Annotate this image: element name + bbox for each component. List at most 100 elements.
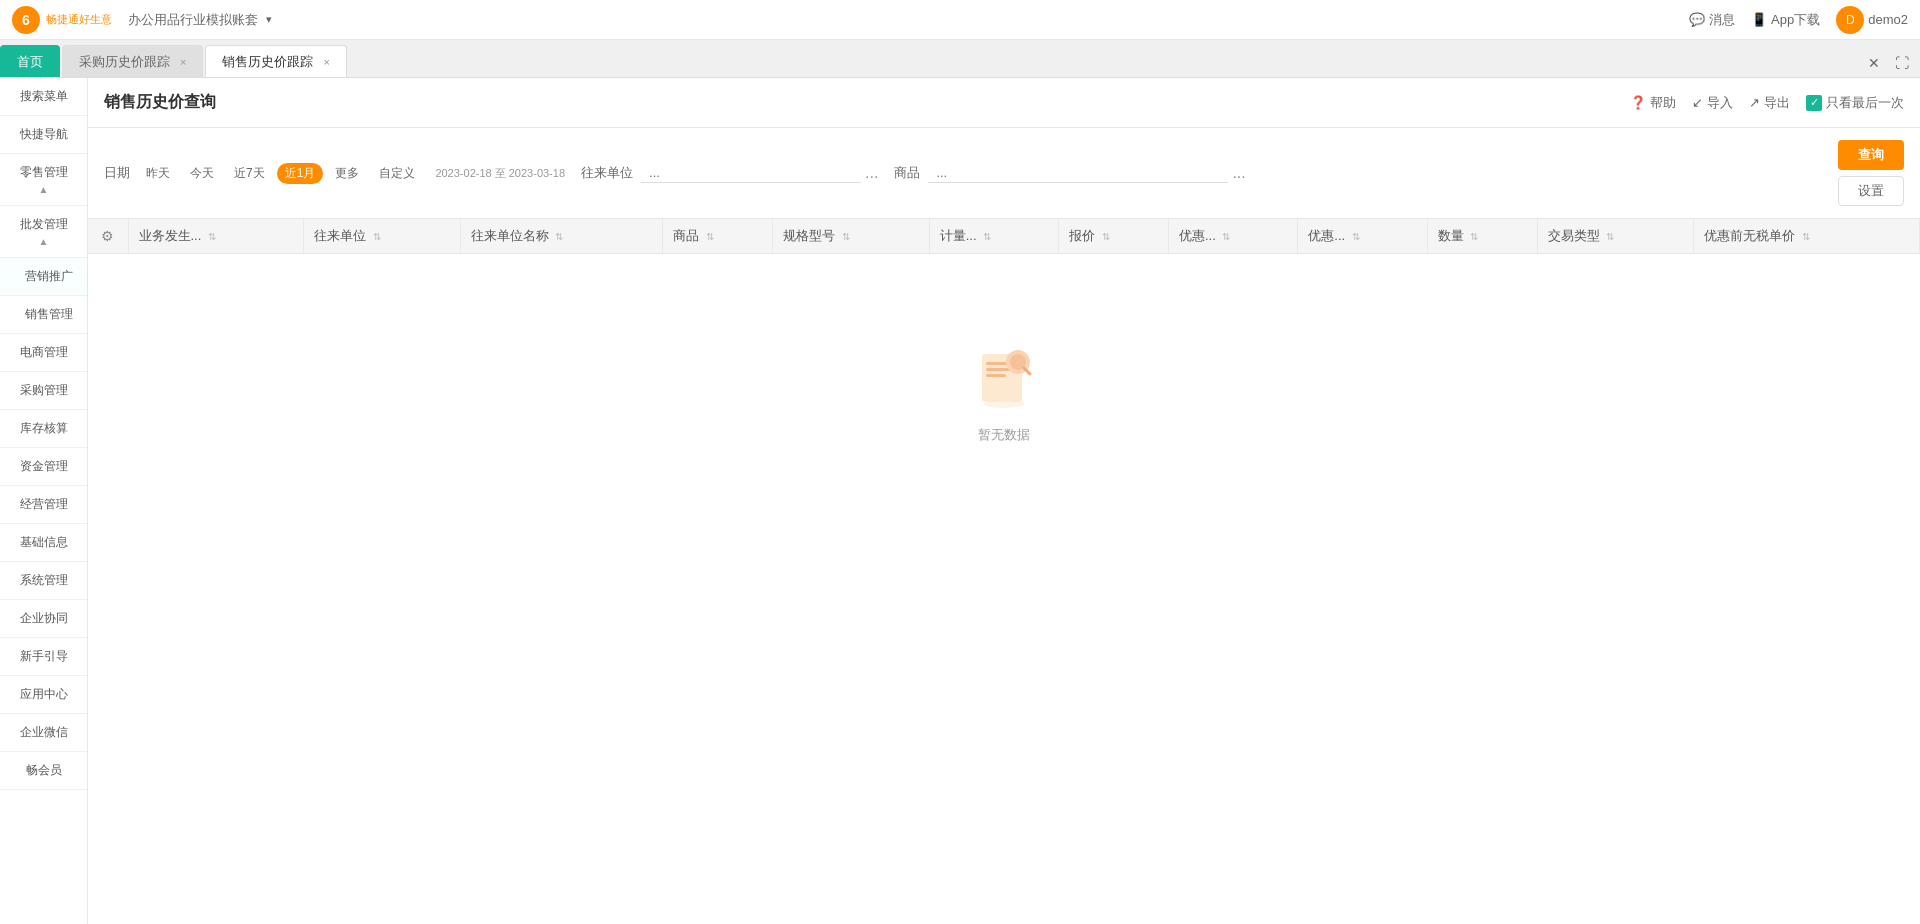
sidebar-item-purchase[interactable]: 采购管理 (0, 372, 87, 410)
username: demo2 (1868, 12, 1908, 27)
retail-label: 零售管理 (20, 164, 68, 181)
help-label: 帮助 (1650, 94, 1676, 112)
app-label: App下载 (1771, 11, 1820, 29)
basic-info-label: 基础信息 (20, 534, 68, 551)
sort-icon-partner-code: ⇅ (373, 231, 381, 242)
sidebar-item-system[interactable]: 系统管理 (0, 562, 87, 600)
sidebar-item-app-center[interactable]: 应用中心 (0, 676, 87, 714)
date-filter-label: 日期 (104, 164, 130, 182)
th-quantity[interactable]: 数量 ⇅ (1427, 219, 1537, 254)
product-input-picker[interactable]: ... (1232, 164, 1245, 182)
date-pill-yesterday[interactable]: 昨天 (138, 163, 178, 184)
sort-icon-quantity: ⇅ (1470, 231, 1478, 242)
date-pill-today[interactable]: 今天 (182, 163, 222, 184)
th-business-date[interactable]: 业务发生... ⇅ (128, 219, 304, 254)
date-filter-group: 日期 昨天 今天 近7天 近1月 更多 自定义 2023-02-18 至 202… (104, 163, 565, 184)
sidebar-item-sales-mgmt[interactable]: 销售管理 (0, 296, 87, 334)
sort-icon-product: ⇅ (706, 231, 714, 242)
ecommerce-label: 电商管理 (20, 344, 68, 361)
top-bar-left: 6 畅捷通好生意 办公用品行业模拟账套 ▾ (12, 6, 272, 34)
th-discount1[interactable]: 优惠... ⇅ (1168, 219, 1297, 254)
th-partner-code[interactable]: 往来单位 ⇅ (304, 219, 460, 254)
query-button[interactable]: 查询 (1838, 140, 1904, 170)
search-menu-label: 搜索菜单 (20, 88, 68, 105)
dropdown-icon[interactable]: ▾ (266, 13, 272, 26)
table-header: ⚙ 业务发生... ⇅ 往来单位 ⇅ 往来单位名称 ⇅ (88, 219, 1920, 254)
help-icon: ❓ (1630, 95, 1646, 110)
retail-arrow: ▲ (39, 184, 49, 195)
sidebar-item-enterprise-collab[interactable]: 企业协同 (0, 600, 87, 638)
logo-char: 6 (22, 12, 30, 28)
date-pill-7days[interactable]: 近7天 (226, 163, 273, 184)
date-pill-1month[interactable]: 近1月 (277, 163, 324, 184)
sort-icon-price: ⇅ (1102, 231, 1110, 242)
date-pill-custom[interactable]: 自定义 (371, 163, 423, 184)
partner-input[interactable] (641, 163, 861, 183)
settings-button[interactable]: 设置 (1838, 176, 1904, 206)
sort-icon-spec: ⇅ (842, 231, 850, 242)
th-partner-name[interactable]: 往来单位名称 ⇅ (460, 219, 663, 254)
app-center-label: 应用中心 (20, 686, 68, 703)
tab-purchase-history[interactable]: 采购历史价跟踪 × (62, 45, 203, 77)
sort-icon-unit: ⇅ (983, 231, 991, 242)
sidebar-item-business[interactable]: 经营管理 (0, 486, 87, 524)
top-bar-title: 办公用品行业模拟账套 (128, 11, 258, 29)
tab-purchase-close[interactable]: × (180, 56, 186, 68)
close-all-tabs-button[interactable]: ✕ (1864, 53, 1884, 73)
sidebar-item-ecommerce[interactable]: 电商管理 (0, 334, 87, 372)
sidebar-item-finance[interactable]: 资金管理 (0, 448, 87, 486)
app-icon: 📱 (1751, 12, 1767, 27)
product-filter-input: ... (928, 163, 1245, 183)
tab-bar-actions: ✕ ⛶ (1864, 53, 1920, 77)
app-download-button[interactable]: 📱 App下载 (1751, 11, 1820, 29)
sidebar-item-inventory[interactable]: 库存核算 (0, 410, 87, 448)
tab-home-label: 首页 (17, 53, 43, 71)
date-pills: 昨天 今天 近7天 近1月 更多 自定义 (138, 163, 423, 184)
sidebar-item-wholesale[interactable]: 批发管理 ▲ (0, 206, 87, 258)
th-settings[interactable]: ⚙ (88, 219, 128, 254)
sidebar-item-marketing[interactable]: 营销推广 (0, 258, 87, 296)
th-price[interactable]: 报价 ⇅ (1058, 219, 1168, 254)
only-last-checkbox[interactable]: ✓ 只看最后一次 (1806, 94, 1904, 112)
date-pill-more[interactable]: 更多 (327, 163, 367, 184)
page-header: 销售历史价查询 ❓ 帮助 ↙ 导入 ↗ 导出 ✓ 只看最后一次 (88, 78, 1920, 128)
sidebar-item-member[interactable]: 畅会员 (0, 752, 87, 790)
gear-icon[interactable]: ⚙ (101, 228, 114, 244)
th-spec[interactable]: 规格型号 ⇅ (773, 219, 929, 254)
user-menu[interactable]: D demo2 (1836, 6, 1908, 34)
th-discount2[interactable]: 优惠... ⇅ (1298, 219, 1427, 254)
wholesale-label: 批发管理 (20, 216, 68, 233)
empty-illustration (964, 334, 1044, 414)
logo-icon: 6 (12, 6, 40, 34)
export-button[interactable]: ↗ 导出 (1749, 94, 1790, 112)
sort-icon-business-date: ⇅ (208, 231, 216, 242)
th-transaction-type[interactable]: 交易类型 ⇅ (1537, 219, 1693, 254)
tab-sales-close[interactable]: × (323, 56, 329, 68)
sidebar-item-basic-info[interactable]: 基础信息 (0, 524, 87, 562)
th-pre-discount-price[interactable]: 优惠前无税单价 ⇅ (1693, 219, 1919, 254)
product-input[interactable] (928, 163, 1228, 183)
marketing-label: 营销推广 (25, 268, 73, 285)
help-button[interactable]: ❓ 帮助 (1630, 94, 1676, 112)
tab-purchase-label: 采购历史价跟踪 (79, 53, 170, 71)
partner-input-picker[interactable]: ... (865, 164, 878, 182)
tab-bar: 首页 采购历史价跟踪 × 销售历史价跟踪 × ✕ ⛶ (0, 40, 1920, 78)
content-area: 销售历史价查询 ❓ 帮助 ↙ 导入 ↗ 导出 ✓ 只看最后一次 (88, 78, 1920, 924)
enterprise-collab-label: 企业协同 (20, 610, 68, 627)
maximize-button[interactable]: ⛶ (1892, 53, 1912, 73)
sidebar-item-retail[interactable]: 零售管理 ▲ (0, 154, 87, 206)
import-icon: ↙ (1692, 95, 1703, 110)
import-button[interactable]: ↙ 导入 (1692, 94, 1733, 112)
th-unit[interactable]: 计量... ⇅ (929, 219, 1058, 254)
message-button[interactable]: 💬 消息 (1689, 11, 1735, 29)
sidebar-item-search[interactable]: 搜索菜单 (0, 78, 87, 116)
sidebar-item-quick-nav[interactable]: 快捷导航 (0, 116, 87, 154)
tab-sales-history[interactable]: 销售历史价跟踪 × (205, 45, 346, 77)
sidebar-item-enterprise-wechat[interactable]: 企业微信 (0, 714, 87, 752)
sales-mgmt-label: 销售管理 (25, 306, 73, 323)
sidebar-item-new-guide[interactable]: 新手引导 (0, 638, 87, 676)
partner-filter-input: ... (641, 163, 878, 183)
tab-home[interactable]: 首页 (0, 45, 60, 77)
th-product[interactable]: 商品 ⇅ (663, 219, 773, 254)
sort-icon-partner-name: ⇅ (555, 231, 563, 242)
